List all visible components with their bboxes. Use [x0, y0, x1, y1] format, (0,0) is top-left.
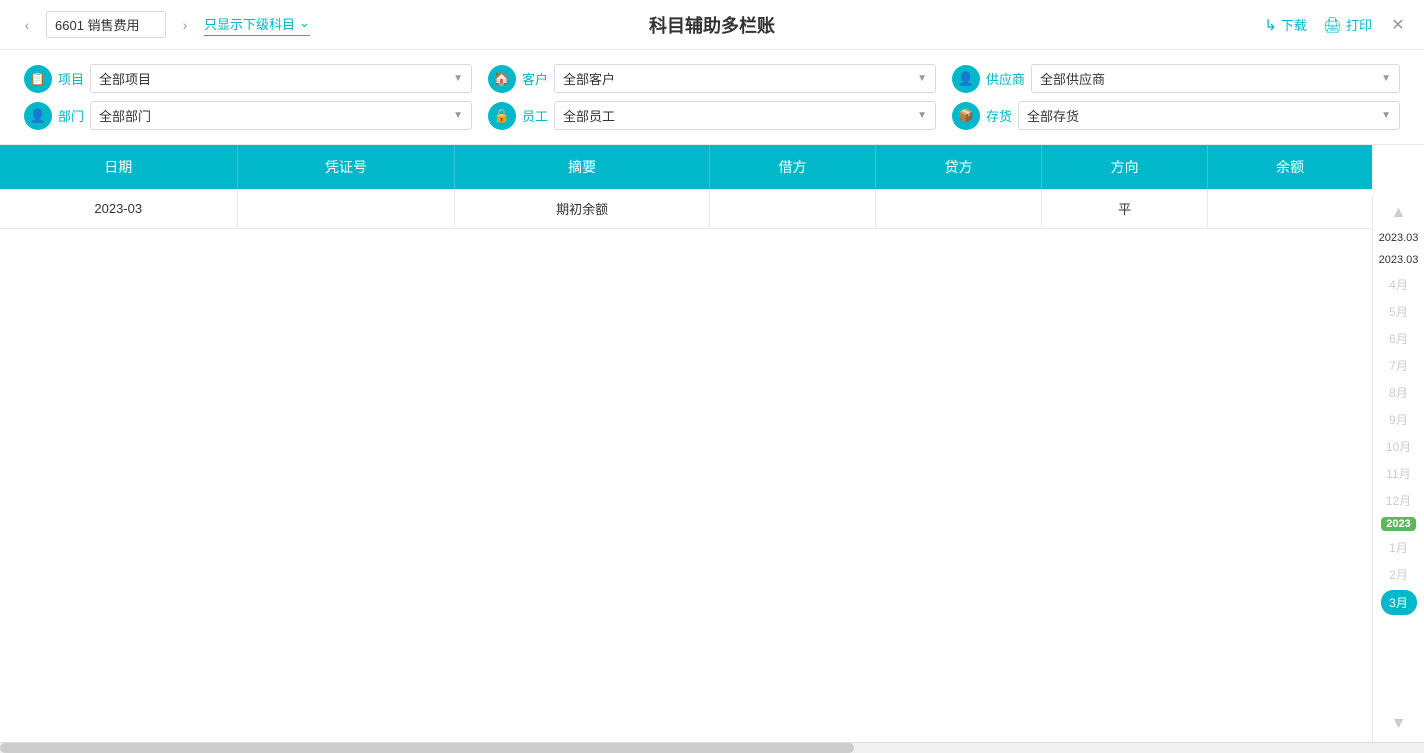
chevron-down-icon: ▼	[1381, 110, 1391, 121]
customer-select-value: 全部客户	[563, 69, 917, 88]
download-button[interactable]: ↳ 下载	[1264, 15, 1307, 34]
filter-row-employee: 🔒 员工 全部员工 ▼	[480, 97, 944, 134]
filter-row-supplier: 👤 供应商 全部供应商 ▼	[944, 60, 1408, 97]
employee-icon: 🔒	[488, 102, 516, 130]
horizontal-scrollbar[interactable]	[0, 742, 1424, 752]
supplier-select-value: 全部供应商	[1040, 69, 1381, 88]
timeline-item[interactable]: 1月	[1373, 534, 1424, 561]
show-sub-dropdown[interactable]: 只显示下级科目 ⌄	[204, 14, 310, 36]
timeline-item[interactable]: 2023.03	[1373, 249, 1424, 271]
cell-余额	[1208, 189, 1372, 229]
timeline-item[interactable]: 5月	[1373, 298, 1424, 325]
cell-借方	[709, 189, 875, 229]
account-code-text: 6601 销售费用	[55, 18, 140, 33]
employee-select[interactable]: 全部员工 ▼	[554, 101, 936, 130]
filter-row-project: 📋 项目 全部项目 ▼	[16, 60, 480, 97]
inventory-icon: 📦	[952, 102, 980, 130]
print-icon: 🖨	[1323, 16, 1342, 34]
timeline-up-button[interactable]: ▲	[1385, 199, 1413, 227]
timeline-item[interactable]: 11月	[1373, 460, 1424, 487]
next-nav-button[interactable]: ›	[174, 14, 196, 36]
chevron-down-icon: ▼	[917, 110, 927, 121]
chevron-down-icon: ⌄	[299, 15, 310, 31]
cell-凭证号	[237, 189, 455, 229]
inventory-select[interactable]: 全部存货 ▼	[1018, 101, 1400, 130]
filter-area: 📋 项目 全部项目 ▼ 🏠 客户 全部客户 ▼ 👤 供应商 全部供应商 ▼ 👤 …	[0, 50, 1424, 145]
col-凭证号: 凭证号	[237, 145, 455, 189]
chevron-down-icon: ▼	[453, 110, 463, 121]
prev-nav-button[interactable]: ‹	[16, 14, 38, 36]
table-row: 2023-03 期初余额 平	[0, 189, 1372, 229]
print-label: 打印	[1346, 15, 1372, 34]
timeline-item[interactable]: 2023	[1373, 514, 1424, 534]
ledger-table: 日期凭证号摘要借方贷方方向余额 2023-03 期初余额 平	[0, 145, 1372, 229]
supplier-icon: 👤	[952, 65, 980, 93]
filter-row-inventory: 📦 存货 全部存货 ▼	[944, 97, 1408, 134]
title-bar-right: ↳ 下载 🖨 打印 ✕	[1264, 15, 1408, 35]
timeline-item[interactable]: 8月	[1373, 379, 1424, 406]
customer-label: 客户	[522, 69, 548, 88]
col-借方: 借方	[709, 145, 875, 189]
timeline-down-button[interactable]: ▼	[1385, 710, 1413, 738]
page-title: 科目辅助多栏账	[649, 12, 775, 38]
col-余额: 余额	[1208, 145, 1372, 189]
timeline-item[interactable]: 10月	[1373, 433, 1424, 460]
project-label: 项目	[58, 69, 84, 88]
col-日期: 日期	[0, 145, 237, 189]
supplier-label: 供应商	[986, 69, 1025, 88]
employee-label: 员工	[522, 106, 548, 125]
filter-row-department: 👤 部门 全部部门 ▼	[16, 97, 480, 134]
title-bar-left: ‹ 6601 销售费用 › 只显示下级科目 ⌄	[16, 11, 310, 38]
col-摘要: 摘要	[455, 145, 710, 189]
show-sub-label: 只显示下级科目	[204, 14, 295, 33]
timeline-item[interactable]: 2023.03	[1373, 227, 1424, 249]
timeline-item[interactable]: 6月	[1373, 325, 1424, 352]
customer-icon: 🏠	[488, 65, 516, 93]
employee-select-value: 全部员工	[563, 106, 917, 125]
timeline-item[interactable]: 3月	[1381, 590, 1417, 615]
filter-row-customer: 🏠 客户 全部客户 ▼	[480, 60, 944, 97]
timeline-item[interactable]: 4月	[1373, 271, 1424, 298]
account-code-box: 6601 销售费用	[46, 11, 166, 38]
project-select-value: 全部项目	[99, 69, 453, 88]
main-window: ‹ 6601 销售费用 › 只显示下级科目 ⌄ 科目辅助多栏账 ↳ 下载 🖨 打…	[0, 0, 1424, 752]
print-button[interactable]: 🖨 打印	[1323, 15, 1372, 34]
department-label: 部门	[58, 106, 84, 125]
timeline-item[interactable]: 7月	[1373, 352, 1424, 379]
cell-贷方	[876, 189, 1042, 229]
download-icon: ↳	[1264, 16, 1277, 34]
customer-select[interactable]: 全部客户 ▼	[554, 64, 936, 93]
table-container: 日期凭证号摘要借方贷方方向余额 2023-03 期初余额 平	[0, 145, 1424, 742]
project-select[interactable]: 全部项目 ▼	[90, 64, 472, 93]
inventory-select-value: 全部存货	[1027, 106, 1381, 125]
col-贷方: 贷方	[876, 145, 1042, 189]
cell-日期: 2023-03	[0, 189, 237, 229]
department-select-value: 全部部门	[99, 106, 453, 125]
inventory-label: 存货	[986, 106, 1012, 125]
download-label: 下载	[1281, 15, 1307, 34]
timeline-item[interactable]: 12月	[1373, 487, 1424, 514]
timeline-panel: ▲ 2023.032023.034月5月6月7月8月9月10月11月12月202…	[1372, 195, 1424, 742]
supplier-select[interactable]: 全部供应商 ▼	[1031, 64, 1400, 93]
chevron-down-icon: ▼	[1381, 73, 1391, 84]
timeline-item[interactable]: 9月	[1373, 406, 1424, 433]
timeline-item[interactable]: 2月	[1373, 561, 1424, 588]
cell-方向: 平	[1042, 189, 1208, 229]
chevron-down-icon: ▼	[917, 73, 927, 84]
department-select[interactable]: 全部部门 ▼	[90, 101, 472, 130]
cell-摘要: 期初余额	[455, 189, 710, 229]
project-icon: 📋	[24, 65, 52, 93]
close-button[interactable]: ✕	[1388, 15, 1408, 35]
department-icon: 👤	[24, 102, 52, 130]
chevron-down-icon: ▼	[453, 73, 463, 84]
col-方向: 方向	[1042, 145, 1208, 189]
title-bar: ‹ 6601 销售费用 › 只显示下级科目 ⌄ 科目辅助多栏账 ↳ 下载 🖨 打…	[0, 0, 1424, 50]
